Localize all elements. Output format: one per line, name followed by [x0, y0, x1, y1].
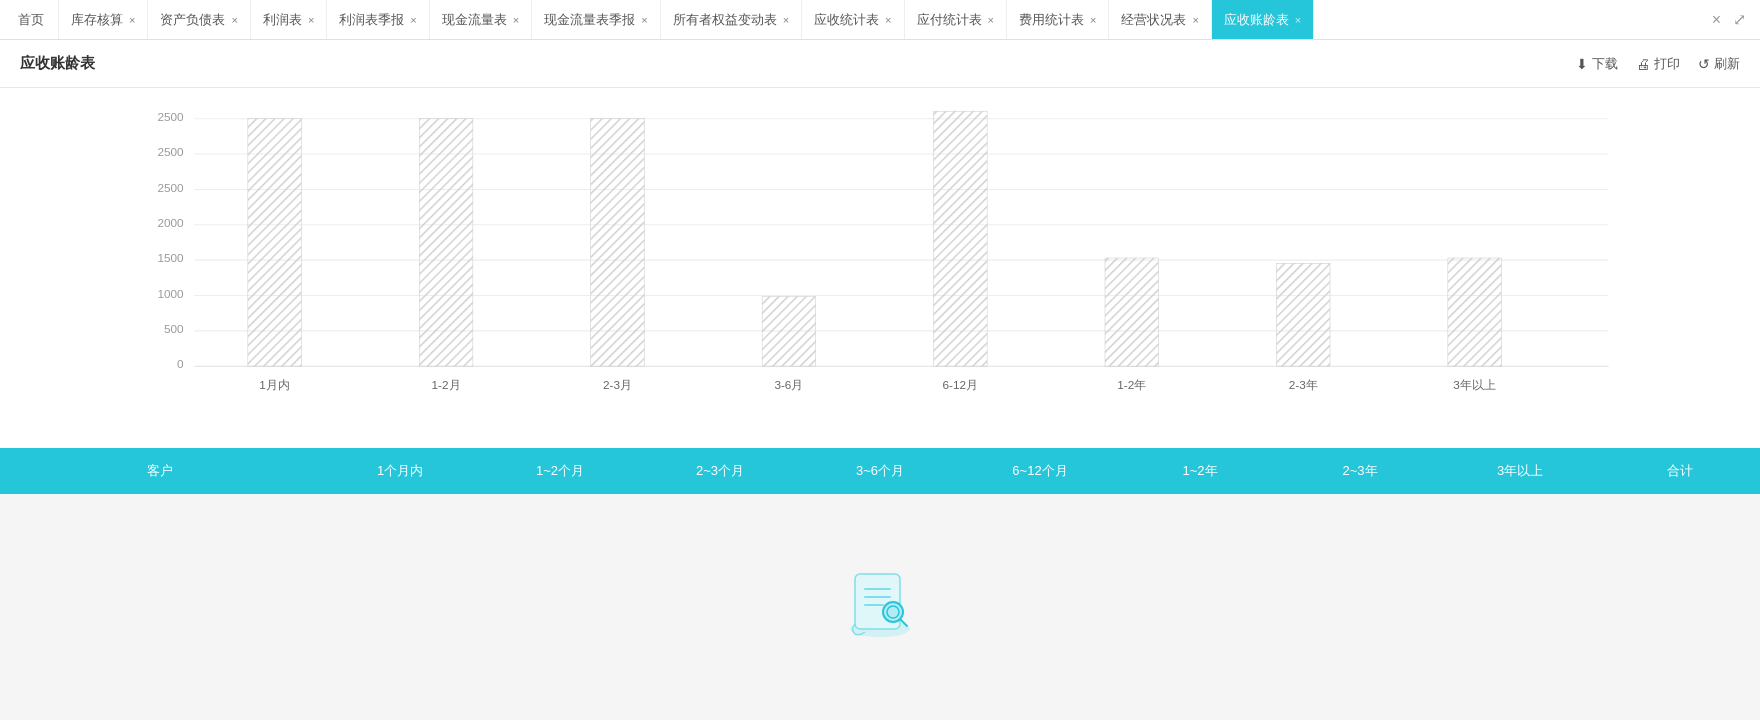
svg-rect-29	[1276, 263, 1330, 366]
svg-rect-19	[419, 119, 473, 367]
svg-text:2000: 2000	[157, 216, 184, 229]
tab-close-expense-stat[interactable]: ×	[1090, 14, 1096, 26]
tab-cashflow[interactable]: 现金流量表 ×	[430, 0, 532, 40]
tab-close-ar-stat[interactable]: ×	[885, 14, 891, 26]
bar-chart: 2500 2500 2500 2000 1500 1000 500 0	[20, 108, 1740, 408]
tab-close-profit[interactable]: ×	[308, 14, 314, 26]
tab-close-inventory[interactable]: ×	[129, 14, 135, 26]
tab-operation[interactable]: 经营状况表 ×	[1109, 0, 1211, 40]
svg-text:2-3年: 2-3年	[1289, 378, 1318, 391]
svg-text:3-6月: 3-6月	[774, 378, 803, 391]
tab-label-operation: 经营状况表	[1121, 11, 1186, 29]
tab-label-profit: 利润表	[263, 11, 302, 29]
maximize-window-button[interactable]: ⤢	[1733, 10, 1746, 29]
tab-cashflow-quarterly[interactable]: 现金流量表季报 ×	[532, 0, 660, 40]
svg-text:1-2年: 1-2年	[1117, 378, 1146, 391]
tab-close-operation[interactable]: ×	[1192, 14, 1198, 26]
tab-close-equity[interactable]: ×	[783, 14, 789, 26]
empty-icon	[835, 554, 925, 644]
tab-label-cashflow: 现金流量表	[442, 11, 507, 29]
tab-close-ap-stat[interactable]: ×	[988, 14, 994, 26]
tab-profit[interactable]: 利润表 ×	[251, 0, 327, 40]
close-window-button[interactable]: ×	[1712, 11, 1721, 29]
svg-text:1500: 1500	[157, 251, 184, 264]
home-tab-label: 首页	[18, 11, 44, 29]
table-header-cell-3: 2~3个月	[640, 448, 800, 494]
tab-label-ap-stat: 应付统计表	[917, 11, 982, 29]
table-header-cell-0: 客户	[0, 448, 320, 494]
table-header-cell-7: 2~3年	[1280, 448, 1440, 494]
tab-inventory[interactable]: 库存核算 ×	[59, 0, 148, 40]
svg-rect-27	[1105, 258, 1159, 366]
tab-equity[interactable]: 所有者权益变动表 ×	[661, 0, 802, 40]
print-icon: 🖨	[1636, 56, 1650, 72]
chart-area: 2500 2500 2500 2000 1500 1000 500 0	[20, 108, 1740, 408]
table-header: 客户1个月内1~2个月2~3个月3~6个月6~12个月1~2年2~3年3年以上合…	[0, 448, 1760, 494]
svg-text:2500: 2500	[157, 110, 184, 123]
tab-close-cashflow-quarterly[interactable]: ×	[641, 14, 647, 26]
tab-label-cashflow-quarterly: 现金流量表季报	[544, 11, 635, 29]
svg-rect-17	[248, 119, 302, 367]
tab-bar: 首页 库存核算×资产负债表×利润表×利润表季报×现金流量表×现金流量表季报×所有…	[0, 0, 1760, 40]
svg-text:1-2月: 1-2月	[432, 378, 461, 391]
svg-rect-21	[591, 119, 645, 367]
tab-ap-stat[interactable]: 应付统计表 ×	[905, 0, 1007, 40]
tab-label-inventory: 库存核算	[71, 11, 123, 29]
tab-home[interactable]: 首页	[4, 0, 59, 40]
page-title: 应收账龄表	[20, 54, 95, 73]
refresh-label: 刷新	[1714, 55, 1740, 73]
tab-label-expense-stat: 费用统计表	[1019, 11, 1084, 29]
svg-text:2500: 2500	[157, 181, 184, 194]
tab-close-profit-quarterly[interactable]: ×	[410, 14, 416, 26]
download-label: 下载	[1592, 55, 1618, 73]
tab-close-ar-aging[interactable]: ×	[1295, 14, 1301, 26]
tab-ar-stat[interactable]: 应收统计表 ×	[802, 0, 904, 40]
svg-text:2-3月: 2-3月	[603, 378, 632, 391]
tab-label-ar-aging: 应收账龄表	[1224, 11, 1289, 29]
tab-label-ar-stat: 应收统计表	[814, 11, 879, 29]
main-content: 2500 2500 2500 2000 1500 1000 500 0	[0, 88, 1760, 448]
empty-state	[0, 494, 1760, 704]
table-header-cell-2: 1~2个月	[480, 448, 640, 494]
tab-label-balance: 资产负债表	[160, 11, 225, 29]
svg-text:1月内: 1月内	[259, 378, 290, 391]
table-header-cell-8: 3年以上	[1440, 448, 1600, 494]
svg-text:1000: 1000	[157, 287, 184, 300]
page-header: 应收账龄表 ⬇ 下载 🖨 打印 ↺ 刷新	[0, 40, 1760, 88]
tab-label-profit-quarterly: 利润表季报	[339, 11, 404, 29]
svg-text:500: 500	[164, 322, 184, 335]
header-actions: ⬇ 下载 🖨 打印 ↺ 刷新	[1576, 55, 1740, 73]
tab-expense-stat[interactable]: 费用统计表 ×	[1007, 0, 1109, 40]
print-button[interactable]: 🖨 打印	[1636, 55, 1680, 73]
svg-rect-23	[762, 297, 816, 367]
tab-close-balance[interactable]: ×	[231, 14, 237, 26]
tab-profit-quarterly[interactable]: 利润表季报 ×	[327, 0, 429, 40]
download-button[interactable]: ⬇ 下载	[1576, 55, 1618, 73]
table-header-cell-9: 合计	[1600, 448, 1760, 494]
svg-text:2500: 2500	[157, 145, 184, 158]
svg-text:6-12月: 6-12月	[943, 378, 979, 391]
svg-text:3年以上: 3年以上	[1453, 378, 1496, 391]
print-label: 打印	[1654, 55, 1680, 73]
tab-balance[interactable]: 资产负债表 ×	[148, 0, 250, 40]
table-header-cell-5: 6~12个月	[960, 448, 1120, 494]
svg-rect-31	[1448, 258, 1502, 366]
window-controls: × ⤢	[1702, 10, 1756, 29]
tab-ar-aging[interactable]: 应收账龄表 ×	[1212, 0, 1314, 40]
download-icon: ⬇	[1576, 56, 1588, 72]
svg-text:0: 0	[177, 357, 184, 370]
refresh-button[interactable]: ↺ 刷新	[1698, 55, 1740, 73]
table-header-cell-1: 1个月内	[320, 448, 480, 494]
table-header-cell-4: 3~6个月	[800, 448, 960, 494]
tab-close-cashflow[interactable]: ×	[513, 14, 519, 26]
svg-rect-25	[934, 111, 988, 366]
tab-label-equity: 所有者权益变动表	[673, 11, 777, 29]
refresh-icon: ↺	[1698, 56, 1710, 72]
table-header-cell-6: 1~2年	[1120, 448, 1280, 494]
